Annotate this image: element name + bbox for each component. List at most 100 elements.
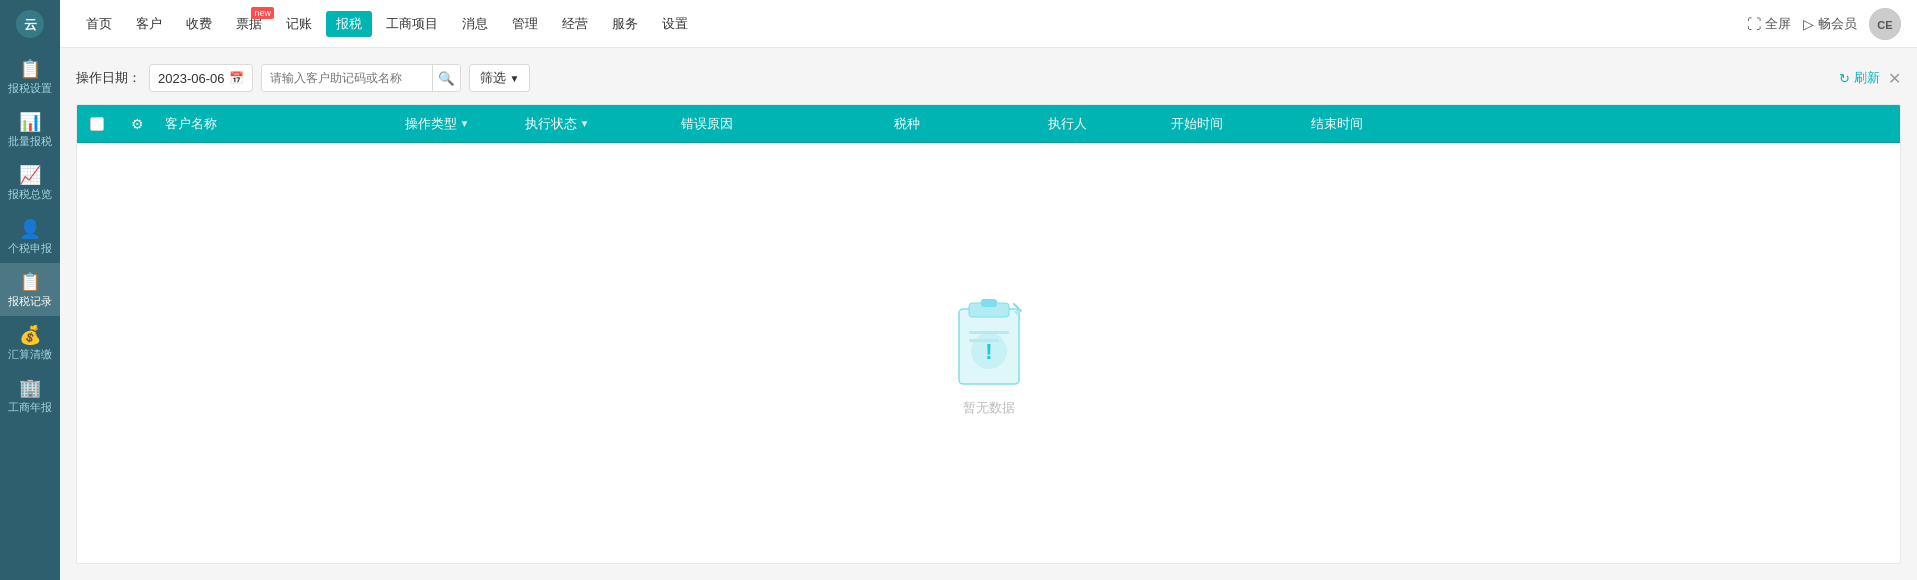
calendar-icon: 📅	[229, 71, 244, 85]
sidebar-item-baoshui-zonlan[interactable]: 📈 报税总览	[0, 156, 60, 209]
refresh-button[interactable]: ↻ 刷新	[1839, 69, 1880, 87]
nav-item-shoufei[interactable]: 收费	[176, 11, 222, 37]
chevron-down-icon: ▼	[510, 73, 520, 84]
svg-rect-13	[967, 377, 1011, 379]
sidebar-icon-baoshui-jilu: 📋	[19, 271, 41, 293]
sidebar-label-baoshui-zonlan: 报税总览	[8, 188, 52, 201]
app-logo: 云	[0, 0, 60, 48]
topnav-right: ⛶ 全屏 ▷ 畅会员 CE	[1747, 8, 1901, 40]
sidebar: 云 📋 报税设置 📊 批量报税 📈 报税总览 👤 个税申报 📋 报税记录 💰 汇…	[0, 0, 60, 580]
sidebar-label-huisuan-jiaona: 汇算清缴	[8, 348, 52, 361]
topnav: 首页客户收费票据new记账报税工商项目消息管理经营服务设置 ⛶ 全屏 ▷ 畅会员…	[60, 0, 1917, 48]
refresh-icon: ↻	[1839, 71, 1850, 86]
svg-rect-6	[981, 299, 997, 307]
date-value: 2023-06-06	[158, 71, 225, 86]
th-executor-label: 执行人	[1048, 115, 1087, 133]
user-avatar[interactable]: CE	[1869, 8, 1901, 40]
settings-icon[interactable]: ⚙	[131, 116, 144, 132]
nav-item-customer[interactable]: 客户	[126, 11, 172, 37]
th-settings[interactable]: ⚙	[117, 116, 157, 132]
sidebar-label-piliang-baoshui: 批量报税	[8, 135, 52, 148]
fullscreen-icon: ⛶	[1747, 16, 1761, 32]
sort-icon-operation: ▼	[460, 118, 470, 129]
sidebar-icon-gongshang-nianbao: 🏢	[19, 377, 41, 399]
member-label: 畅会员	[1818, 15, 1857, 33]
sidebar-label-geshui-shenbao: 个税申报	[8, 242, 52, 255]
sidebar-item-huisuan-jiaona[interactable]: 💰 汇算清缴	[0, 316, 60, 369]
nav-item-shezhi[interactable]: 设置	[652, 11, 698, 37]
sidebar-item-piliang-baoshui[interactable]: 📊 批量报税	[0, 103, 60, 156]
th-error-reason: 错误原因	[617, 115, 797, 133]
svg-text:云: 云	[24, 17, 37, 32]
select-all-checkbox[interactable]	[90, 117, 104, 131]
svg-text:CE: CE	[1877, 19, 1892, 31]
sidebar-icon-baoshui-zonlan: 📈	[19, 164, 41, 186]
refresh-label: 刷新	[1854, 69, 1880, 87]
sidebar-item-baoshui-shezhi[interactable]: 📋 报税设置	[0, 50, 60, 103]
toolbar: 操作日期： 2023-06-06 📅 🔍 筛选 ▼ ↻	[76, 64, 1901, 92]
fullscreen-button[interactable]: ⛶ 全屏	[1747, 15, 1791, 33]
sidebar-icon-piliang-baoshui: 📊	[19, 111, 41, 133]
table-body: ! 暂无数据	[77, 143, 1900, 563]
sidebar-label-gongshang-nianbao: 工商年报	[8, 401, 52, 414]
th-customer-name-label: 客户名称	[165, 115, 217, 133]
sidebar-icon-baoshui-shezhi: 📋	[19, 58, 41, 80]
nav-item-fuwu[interactable]: 服务	[602, 11, 648, 37]
sidebar-item-geshui-shenbao[interactable]: 👤 个税申报	[0, 210, 60, 263]
sort-icon-status: ▼	[580, 118, 590, 129]
th-end-time: 结束时间	[1277, 115, 1397, 133]
svg-text:!: !	[985, 339, 992, 364]
date-label: 操作日期：	[76, 69, 141, 87]
new-badge: new	[251, 7, 274, 20]
search-box: 🔍	[261, 64, 461, 92]
sidebar-label-baoshui-shezhi: 报税设置	[8, 82, 52, 95]
sidebar-icon-geshui-shenbao: 👤	[19, 218, 41, 240]
search-input[interactable]	[262, 65, 432, 91]
nav-items: 首页客户收费票据new记账报税工商项目消息管理经营服务设置	[76, 11, 1747, 37]
page-content: 操作日期： 2023-06-06 📅 🔍 筛选 ▼ ↻	[60, 48, 1917, 580]
nav-item-baoshui[interactable]: 报税	[326, 11, 372, 37]
filter-label: 筛选	[480, 69, 506, 87]
th-start-time-label: 开始时间	[1171, 115, 1223, 133]
sidebar-item-baoshui-jilu[interactable]: 📋 报税记录	[0, 263, 60, 316]
sidebar-label-baoshui-jilu: 报税记录	[8, 295, 52, 308]
table-header: ⚙ 客户名称 操作类型 ▼ 执行状态 ▼ 错误原因	[77, 105, 1900, 143]
th-exec-status-label: 执行状态	[525, 115, 577, 133]
fullscreen-label: 全屏	[1765, 15, 1791, 33]
search-icon: 🔍	[438, 71, 455, 86]
th-operation-type-label: 操作类型	[405, 115, 457, 133]
th-tax-type-label: 税种	[894, 115, 920, 133]
nav-item-piaoju[interactable]: 票据new	[226, 11, 272, 37]
sidebar-icon-huisuan-jiaona: 💰	[19, 324, 41, 346]
nav-item-gongshang[interactable]: 工商项目	[376, 11, 448, 37]
sidebar-item-gongshang-nianbao[interactable]: 🏢 工商年报	[0, 369, 60, 422]
nav-item-xiaoxi[interactable]: 消息	[452, 11, 498, 37]
empty-state: ! 暂无数据	[899, 249, 1079, 457]
close-button[interactable]: ✕	[1888, 69, 1901, 88]
date-input[interactable]: 2023-06-06 📅	[149, 64, 253, 92]
th-exec-status[interactable]: 执行状态 ▼	[497, 115, 617, 133]
th-checkbox[interactable]	[77, 117, 117, 131]
th-error-reason-label: 错误原因	[681, 115, 733, 133]
search-button[interactable]: 🔍	[432, 64, 460, 92]
main-wrapper: 首页客户收费票据new记账报税工商项目消息管理经营服务设置 ⛶ 全屏 ▷ 畅会员…	[60, 0, 1917, 580]
table-container: ⚙ 客户名称 操作类型 ▼ 执行状态 ▼ 错误原因	[76, 104, 1901, 564]
empty-text: 暂无数据	[963, 399, 1015, 417]
th-customer-name: 客户名称	[157, 115, 377, 133]
play-icon: ▷	[1803, 16, 1814, 32]
th-tax-type: 税种	[797, 115, 1017, 133]
th-executor: 执行人	[1017, 115, 1117, 133]
th-start-time: 开始时间	[1117, 115, 1277, 133]
svg-rect-9	[969, 331, 1009, 334]
content-area: 操作日期： 2023-06-06 📅 🔍 筛选 ▼ ↻	[60, 48, 1917, 580]
filter-button[interactable]: 筛选 ▼	[469, 64, 531, 92]
svg-rect-10	[969, 339, 999, 342]
nav-item-jingying[interactable]: 经营	[552, 11, 598, 37]
nav-item-guanli[interactable]: 管理	[502, 11, 548, 37]
empty-illustration: !	[939, 289, 1039, 399]
th-end-time-label: 结束时间	[1311, 115, 1363, 133]
nav-item-jizhang[interactable]: 记账	[276, 11, 322, 37]
th-operation-type[interactable]: 操作类型 ▼	[377, 115, 497, 133]
nav-item-home[interactable]: 首页	[76, 11, 122, 37]
member-button[interactable]: ▷ 畅会员	[1803, 15, 1857, 33]
